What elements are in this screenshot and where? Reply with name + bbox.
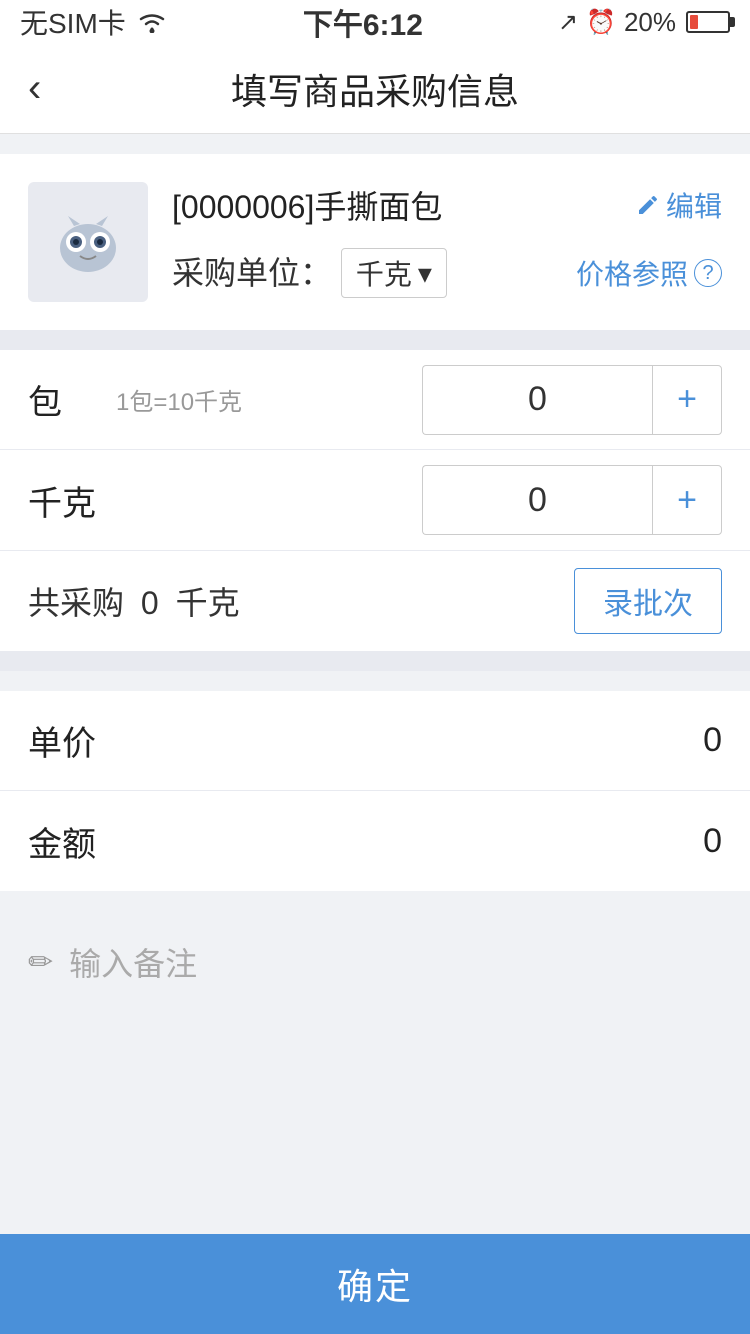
kg-label: 千克 [28,476,108,525]
total-row: 共采购 0 千克 录批次 [0,551,750,651]
price-section: 单价 0 金额 0 [0,691,750,891]
page-title: 填写商品采购信息 [231,63,519,115]
battery-icon [686,11,730,33]
purchase-unit-row: 采购单位： 千克 ▾ 价格参照 ? [172,248,722,298]
owl-logo-icon [52,206,124,278]
price-ref-help-icon: ? [694,259,722,287]
product-card: [0000006]手撕面包 编辑 采购单位： 千克 ▾ 价格参照 ? [0,154,750,330]
wifi-icon [136,11,168,33]
back-button[interactable]: ‹ [28,66,41,111]
unit-label-group: 采购单位： 千克 ▾ [172,248,447,298]
pencil-icon: ✏ [28,945,53,980]
total-section: 共采购 0 千克 录批次 [0,550,750,651]
location-icon: ↗ [558,8,578,37]
unit-price-row: 单价 0 [0,691,750,791]
product-title-row: [0000006]手撕面包 编辑 [172,182,722,228]
remark-placeholder: 输入备注 [69,939,197,985]
unit-label: 采购单位： [172,255,332,291]
kg-input-right: + [422,465,722,535]
carrier-label: 无SIM卡 [20,2,126,42]
section-divider-1 [0,330,750,350]
total-price-value: 0 [703,822,722,861]
bao-hint: 1包=10千克 [116,382,242,417]
status-bar: 无SIM卡 下午6:12 ↗ ⏰ 20% [0,0,750,44]
unit-price-value: 0 [703,721,722,760]
bao-quantity-input[interactable] [422,365,652,435]
confirm-button[interactable]: 确定 [0,1234,750,1334]
bottom-area [0,1013,750,1213]
price-reference-button[interactable]: 价格参照 ? [576,253,722,293]
bao-input-right: + [422,365,722,435]
bao-label: 包 [28,375,108,424]
status-time: 下午6:12 [303,0,423,44]
product-info: [0000006]手撕面包 编辑 采购单位： 千克 ▾ 价格参照 ? [172,182,722,298]
batch-record-button[interactable]: 录批次 [574,568,722,634]
unit-price-label: 单价 [28,716,96,765]
kg-input-row: 千克 + [0,450,750,550]
status-left: 无SIM卡 [20,2,168,42]
kg-plus-button[interactable]: + [652,465,722,535]
total-amount: 0 [141,585,159,621]
product-name: [0000006]手撕面包 [172,182,442,228]
alarm-icon: ⏰ [586,8,616,37]
total-price-label: 金额 [28,817,96,866]
bao-plus-button[interactable]: + [652,365,722,435]
total-unit: 千克 [176,585,240,621]
status-right: ↗ ⏰ 20% [558,7,730,38]
edit-icon [636,193,660,217]
unit-select[interactable]: 千克 ▾ [341,248,447,298]
total-label-group: 共采购 0 千克 [28,578,240,624]
total-prefix: 共采购 [28,585,124,621]
battery-percent: 20% [624,7,676,38]
kg-quantity-input[interactable] [422,465,652,535]
remark-section[interactable]: ✏ 输入备注 [0,911,750,1013]
edit-button[interactable]: 编辑 [636,185,722,225]
input-section: 包 1包=10千克 + 千克 + [0,350,750,550]
product-thumbnail [28,182,148,302]
nav-bar: ‹ 填写商品采购信息 [0,44,750,134]
total-price-row: 金额 0 [0,791,750,891]
bao-input-row: 包 1包=10千克 + [0,350,750,450]
section-divider-2 [0,651,750,671]
